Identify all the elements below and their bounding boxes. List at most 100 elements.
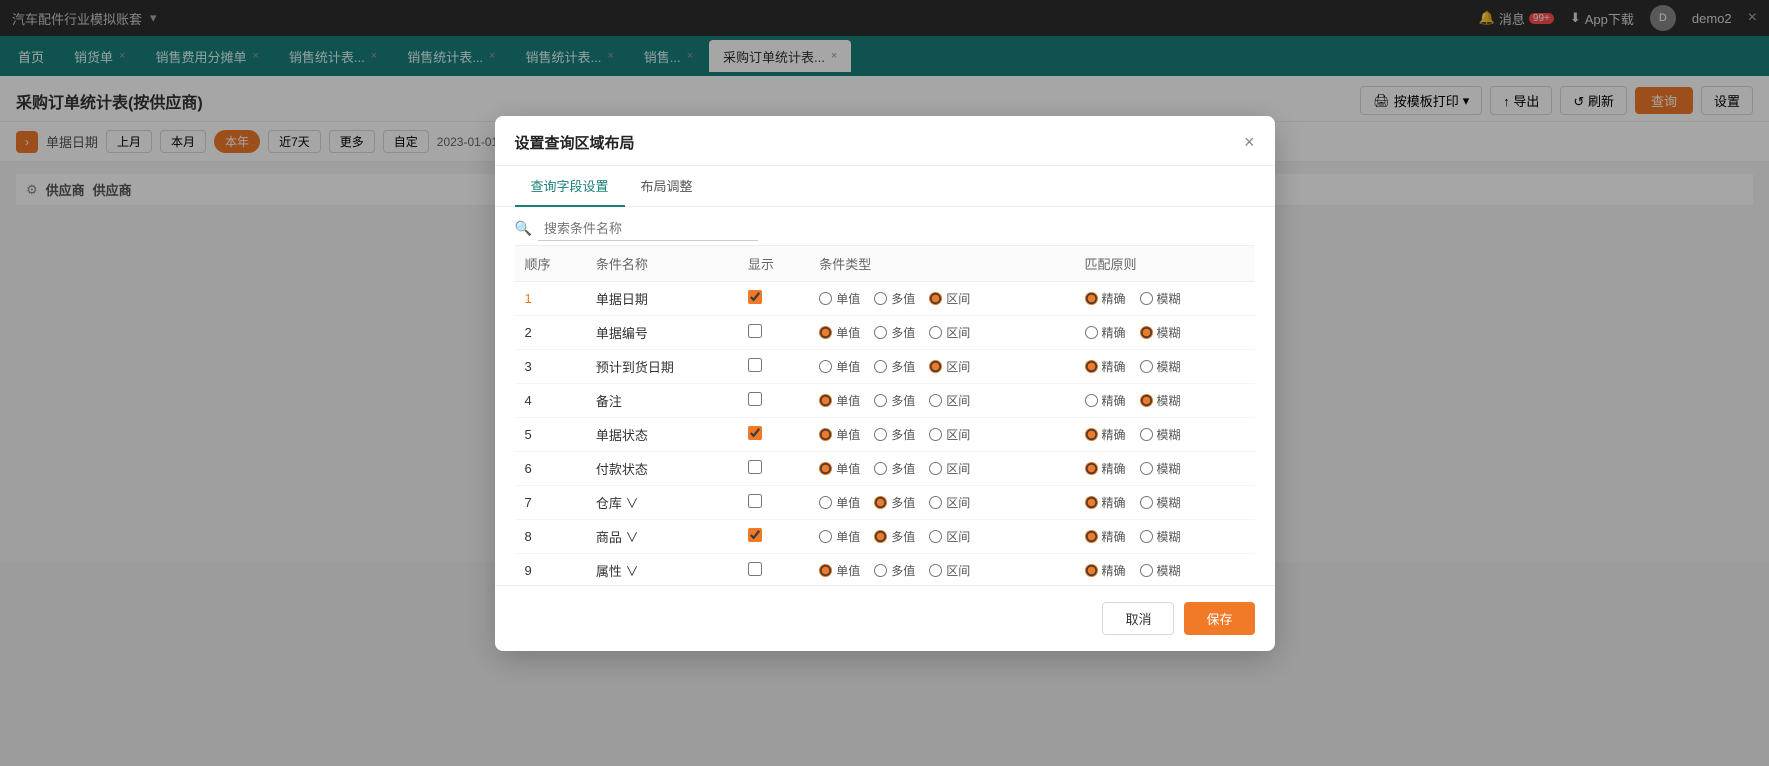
- type-option-区间[interactable]: 区间: [929, 528, 970, 545]
- match-option-模糊[interactable]: 模糊: [1140, 324, 1181, 341]
- order-number: 3: [525, 359, 532, 374]
- type-option-单值[interactable]: 单值: [819, 494, 860, 511]
- match-option-模糊[interactable]: 模糊: [1140, 528, 1181, 545]
- match-option-精确[interactable]: 精确: [1085, 324, 1126, 341]
- match-option-精确[interactable]: 精确: [1085, 494, 1126, 511]
- match-option-精确[interactable]: 精确: [1085, 426, 1126, 443]
- row-condition-name: 属性 ∨: [586, 553, 738, 585]
- type-option-多值[interactable]: 多值: [874, 290, 915, 307]
- cancel-button[interactable]: 取消: [1102, 602, 1174, 635]
- display-checkbox[interactable]: [748, 324, 762, 338]
- table-row: 6 付款状态 单值 多值 区间 精确 模糊: [515, 451, 1255, 485]
- row-order: 6: [515, 451, 586, 485]
- display-checkbox[interactable]: [748, 426, 762, 440]
- order-number: 8: [525, 529, 532, 544]
- type-option-多值[interactable]: 多值: [874, 460, 915, 477]
- order-number: 4: [525, 393, 532, 408]
- col-display-header: 显示: [738, 245, 809, 281]
- type-option-单值[interactable]: 单值: [819, 392, 860, 409]
- dialog-table-wrap: 顺序 条件名称 显示 条件类型 匹配原则 1单据日期 单值 多值 区间 精确 模…: [495, 245, 1275, 585]
- type-option-多值[interactable]: 多值: [874, 392, 915, 409]
- tab-field-settings[interactable]: 查询字段设置: [515, 166, 625, 207]
- dialog-close-button[interactable]: ×: [1244, 133, 1255, 151]
- type-option-区间[interactable]: 区间: [929, 426, 970, 443]
- dialog-search-area: 🔍: [495, 207, 1275, 245]
- save-button[interactable]: 保存: [1184, 602, 1254, 635]
- match-option-精确[interactable]: 精确: [1085, 460, 1126, 477]
- row-type-cell: 单值 多值 区间: [809, 383, 1074, 417]
- display-checkbox[interactable]: [748, 460, 762, 474]
- row-type-cell: 单值 多值 区间: [809, 519, 1074, 553]
- display-checkbox[interactable]: [748, 392, 762, 406]
- match-option-精确[interactable]: 精确: [1085, 358, 1126, 375]
- display-checkbox[interactable]: [748, 562, 762, 576]
- search-icon: 🔍: [515, 220, 532, 237]
- type-option-区间[interactable]: 区间: [929, 460, 970, 477]
- type-option-多值[interactable]: 多值: [874, 324, 915, 341]
- row-condition-name: 商品 ∨: [586, 519, 738, 553]
- type-option-区间[interactable]: 区间: [929, 392, 970, 409]
- row-display-checkbox-cell: [738, 383, 809, 417]
- display-checkbox[interactable]: [748, 290, 762, 304]
- row-type-cell: 单值 多值 区间: [809, 349, 1074, 383]
- dialog-title: 设置查询区域布局: [515, 132, 635, 153]
- display-checkbox[interactable]: [748, 528, 762, 542]
- table-row: 8 商品 ∨ 单值 多值 区间 精确 模糊: [515, 519, 1255, 553]
- type-option-单值[interactable]: 单值: [819, 324, 860, 341]
- match-option-精确[interactable]: 精确: [1085, 562, 1126, 579]
- match-option-模糊[interactable]: 模糊: [1140, 426, 1181, 443]
- match-option-模糊[interactable]: 模糊: [1140, 494, 1181, 511]
- type-option-区间[interactable]: 区间: [929, 324, 970, 341]
- type-option-单值[interactable]: 单值: [819, 358, 860, 375]
- type-option-多值[interactable]: 多值: [874, 494, 915, 511]
- row-order: 5: [515, 417, 586, 451]
- type-option-单值[interactable]: 单值: [819, 290, 860, 307]
- order-number: 6: [525, 461, 532, 476]
- type-option-区间[interactable]: 区间: [929, 562, 970, 579]
- match-option-模糊[interactable]: 模糊: [1140, 358, 1181, 375]
- match-option-模糊[interactable]: 模糊: [1140, 562, 1181, 579]
- match-option-精确[interactable]: 精确: [1085, 290, 1126, 307]
- row-display-checkbox-cell: [738, 451, 809, 485]
- row-order: 1: [515, 281, 586, 315]
- type-option-单值[interactable]: 单值: [819, 426, 860, 443]
- display-checkbox[interactable]: [748, 494, 762, 508]
- match-option-模糊[interactable]: 模糊: [1140, 392, 1181, 409]
- row-display-checkbox-cell: [738, 349, 809, 383]
- type-option-区间[interactable]: 区间: [929, 494, 970, 511]
- tab-layout-adjust[interactable]: 布局调整: [625, 166, 709, 207]
- type-option-区间[interactable]: 区间: [929, 290, 970, 307]
- row-match-cell: 精确 模糊: [1075, 315, 1255, 349]
- table-row: 5单据状态 单值 多值 区间 精确 模糊: [515, 417, 1255, 451]
- match-option-模糊[interactable]: 模糊: [1140, 290, 1181, 307]
- type-option-单值[interactable]: 单值: [819, 562, 860, 579]
- type-option-单值[interactable]: 单值: [819, 460, 860, 477]
- order-number: 7: [525, 495, 532, 510]
- type-option-区间[interactable]: 区间: [929, 358, 970, 375]
- display-checkbox[interactable]: [748, 358, 762, 372]
- condition-search-input[interactable]: [538, 217, 758, 241]
- row-match-cell: 精确 模糊: [1075, 417, 1255, 451]
- row-match-cell: 精确 模糊: [1075, 519, 1255, 553]
- dialog-header: 设置查询区域布局 ×: [495, 116, 1275, 166]
- table-row: 2单据编号 单值 多值 区间 精确 模糊: [515, 315, 1255, 349]
- row-condition-name: 付款状态: [586, 451, 738, 485]
- type-option-单值[interactable]: 单值: [819, 528, 860, 545]
- match-option-精确[interactable]: 精确: [1085, 392, 1126, 409]
- match-option-精确[interactable]: 精确: [1085, 528, 1126, 545]
- order-number: 1: [525, 291, 532, 306]
- type-option-多值[interactable]: 多值: [874, 528, 915, 545]
- row-match-cell: 精确 模糊: [1075, 349, 1255, 383]
- type-option-多值[interactable]: 多值: [874, 562, 915, 579]
- col-type-header: 条件类型: [809, 245, 1074, 281]
- table-row: 3预计到货日期 单值 多值 区间 精确 模糊: [515, 349, 1255, 383]
- tab-field-settings-label: 查询字段设置: [531, 179, 609, 194]
- type-option-多值[interactable]: 多值: [874, 426, 915, 443]
- row-order: 4: [515, 383, 586, 417]
- type-option-多值[interactable]: 多值: [874, 358, 915, 375]
- table-row: 4备注 单值 多值 区间 精确 模糊: [515, 383, 1255, 417]
- row-type-cell: 单值 多值 区间: [809, 451, 1074, 485]
- order-number: 2: [525, 325, 532, 340]
- match-option-模糊[interactable]: 模糊: [1140, 460, 1181, 477]
- row-match-cell: 精确 模糊: [1075, 451, 1255, 485]
